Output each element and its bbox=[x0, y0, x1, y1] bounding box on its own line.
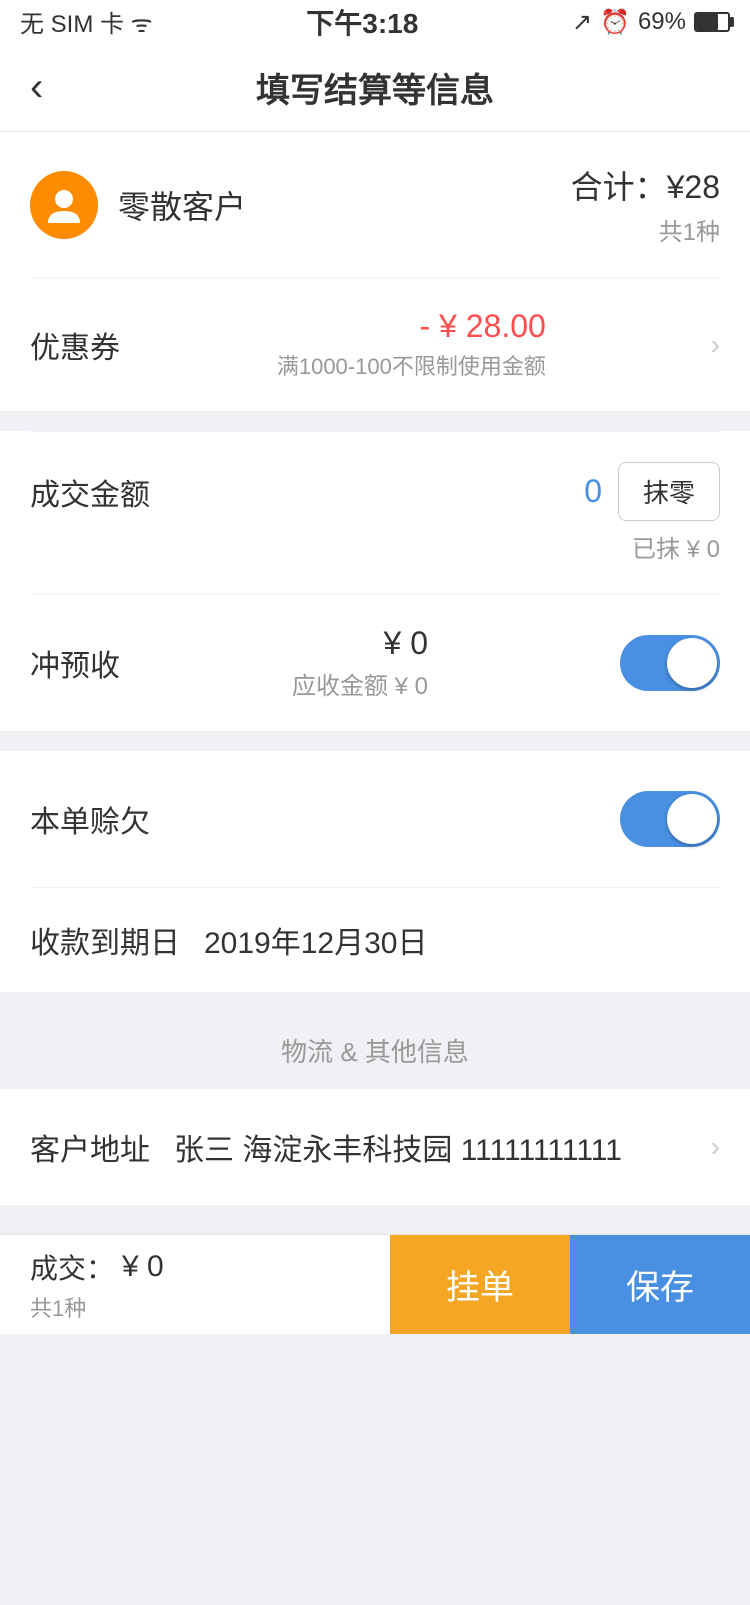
alarm-icon: ⏰ bbox=[600, 8, 630, 37]
debt-toggle[interactable] bbox=[620, 791, 720, 847]
section-divider-3 bbox=[0, 992, 750, 1012]
address-content: 客户地址 张三 海淀永丰科技园 11111111111 bbox=[30, 1125, 703, 1169]
prepay-label: 冲预收 bbox=[30, 641, 120, 685]
status-right: ↗ ⏰ 69% bbox=[572, 8, 730, 37]
bottom-spacer bbox=[0, 1505, 750, 1605]
prepay-sub-amount: 应收金额 ¥ 0 bbox=[292, 666, 428, 701]
total-count: 共1种 bbox=[571, 212, 720, 247]
due-date-row[interactable]: 收款到期日 2019年12月30日 bbox=[30, 887, 720, 992]
address-value: 张三 海淀永丰科技园 11111111111 bbox=[174, 1125, 622, 1169]
avatar bbox=[30, 171, 98, 239]
address-chevron-right-icon: › bbox=[711, 1131, 720, 1163]
coupon-desc: 满1000-100不限制使用金额 bbox=[277, 349, 546, 381]
transaction-row: 成交金额 0 抹零 已抹 ¥ 0 bbox=[30, 431, 720, 594]
coupon-label: 优惠券 bbox=[30, 323, 120, 367]
total-amount: 合计：¥28 bbox=[571, 162, 720, 208]
customer-right: 合计：¥28 共1种 bbox=[571, 162, 720, 247]
battery-text: 69% bbox=[638, 8, 686, 36]
prepay-top: 冲预收 ¥ 0 应收金额 ¥ 0 bbox=[30, 625, 720, 701]
customer-section: 零散客户 合计：¥28 共1种 优惠券 - ¥ 28.00 满1000-100不… bbox=[0, 132, 750, 411]
status-bar: 无 SIM 卡 ᯤ 下午3:18 ↗ ⏰ 69% bbox=[0, 0, 750, 44]
pending-label: 挂单 bbox=[446, 1260, 514, 1309]
coupon-amount: - ¥ 28.00 bbox=[277, 308, 546, 345]
nav-bar: ‹ 填写结算等信息 bbox=[0, 44, 750, 132]
customer-name: 零散客户 bbox=[118, 182, 246, 228]
debt-row: 本单赊欠 bbox=[30, 751, 720, 887]
bottom-count: 共1种 bbox=[30, 1291, 360, 1323]
logistics-label: 物流 & 其他信息 bbox=[281, 1037, 469, 1067]
location-icon: ↗ bbox=[572, 8, 592, 37]
transaction-section: 成交金额 0 抹零 已抹 ¥ 0 冲预收 ¥ 0 应收金额 ¥ 0 bbox=[0, 431, 750, 731]
address-row[interactable]: 客户地址 张三 海淀永丰科技园 11111111111 › bbox=[30, 1089, 720, 1205]
chevron-right-icon: › bbox=[711, 329, 720, 361]
bottom-transaction-label: 成交： bbox=[30, 1247, 114, 1287]
user-icon bbox=[44, 185, 84, 225]
toggle-knob bbox=[667, 638, 717, 688]
save-label: 保存 bbox=[626, 1260, 694, 1309]
debt-label: 本单赊欠 bbox=[30, 797, 150, 841]
bottom-summary: 成交： ¥ 0 共1种 bbox=[0, 1235, 390, 1334]
status-time: 下午3:18 bbox=[306, 2, 418, 42]
no-sim-text: 无 SIM 卡 ᯤ bbox=[20, 4, 153, 40]
address-section: 客户地址 张三 海淀永丰科技园 11111111111 › bbox=[0, 1089, 750, 1205]
address-label: 客户地址 bbox=[30, 1125, 150, 1169]
due-date-label: 收款到期日 bbox=[30, 918, 180, 962]
prepay-amounts: ¥ 0 应收金额 ¥ 0 bbox=[292, 625, 428, 701]
debt-section: 本单赊欠 收款到期日 2019年12月30日 bbox=[0, 751, 750, 992]
transaction-top: 成交金额 0 抹零 bbox=[30, 462, 720, 521]
coupon-row[interactable]: 优惠券 - ¥ 28.00 满1000-100不限制使用金额 › bbox=[30, 277, 720, 411]
due-date-content: 收款到期日 2019年12月30日 bbox=[30, 918, 720, 962]
save-button[interactable]: 保存 bbox=[570, 1235, 750, 1334]
prepay-main-amount: ¥ 0 bbox=[292, 625, 428, 662]
status-left: 无 SIM 卡 ᯤ bbox=[20, 4, 153, 40]
section-divider-2 bbox=[0, 731, 750, 751]
transaction-right: 0 抹零 bbox=[584, 462, 720, 521]
due-date-value: 2019年12月30日 bbox=[204, 918, 427, 962]
bottom-transaction: 成交： ¥ 0 bbox=[30, 1247, 360, 1287]
transaction-sub: 已抹 ¥ 0 bbox=[30, 529, 720, 564]
coupon-right: - ¥ 28.00 满1000-100不限制使用金额 bbox=[277, 308, 546, 381]
section-divider-1 bbox=[0, 411, 750, 431]
pending-button[interactable]: 挂单 bbox=[390, 1235, 570, 1334]
bottom-transaction-value: ¥ 0 bbox=[122, 1250, 164, 1284]
transaction-label: 成交金额 bbox=[30, 470, 150, 514]
transaction-value[interactable]: 0 bbox=[584, 473, 602, 510]
back-button[interactable]: ‹ bbox=[30, 65, 43, 110]
prepay-toggle[interactable] bbox=[620, 635, 720, 691]
logistics-section: 物流 & 其他信息 bbox=[0, 1012, 750, 1089]
battery-icon bbox=[694, 12, 730, 32]
prepay-row: 冲预收 ¥ 0 应收金额 ¥ 0 bbox=[30, 594, 720, 731]
customer-left: 零散客户 bbox=[30, 171, 246, 239]
bottom-bar: 成交： ¥ 0 共1种 挂单 保存 bbox=[0, 1234, 750, 1334]
page-title: 填写结算等信息 bbox=[256, 63, 494, 112]
debt-toggle-knob bbox=[667, 794, 717, 844]
customer-row: 零散客户 合计：¥28 共1种 bbox=[30, 132, 720, 277]
round-button[interactable]: 抹零 bbox=[618, 462, 720, 521]
